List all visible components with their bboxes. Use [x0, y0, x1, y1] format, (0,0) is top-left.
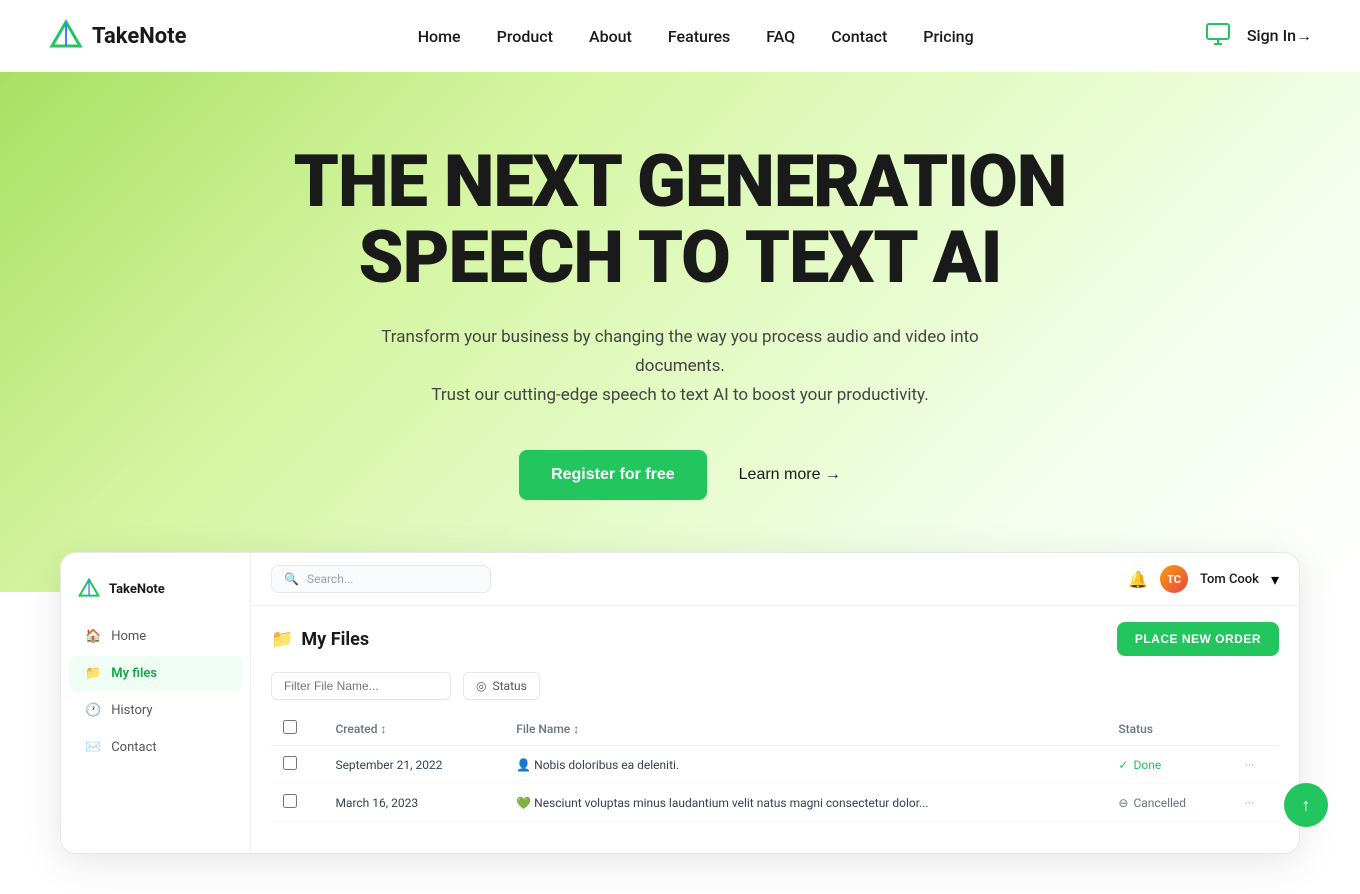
- table-row: September 21, 2022 👤 Nobis doloribus ea …: [271, 746, 1279, 784]
- notification-bell-icon[interactable]: 🔔: [1128, 570, 1148, 589]
- row-actions-2[interactable]: ···: [1233, 784, 1279, 822]
- logo-link[interactable]: TakeNote: [48, 18, 186, 54]
- myfiles-icon: 📁: [85, 666, 101, 681]
- scroll-to-top-button[interactable]: ↑: [1284, 783, 1328, 827]
- nav-item-pricing[interactable]: Pricing: [923, 27, 973, 46]
- monitor-icon: [1205, 21, 1231, 51]
- nav-item-home[interactable]: Home: [418, 27, 461, 46]
- my-files-title: 📁 My Files: [271, 629, 369, 650]
- sidebar-label-home: Home: [111, 629, 146, 644]
- history-icon: 🕐: [85, 703, 101, 718]
- table-row: March 16, 2023 💚 Nesciunt voluptas minus…: [271, 784, 1279, 822]
- sidebar-logo-icon: [77, 577, 101, 601]
- sidebar-item-contact[interactable]: ✉️ Contact: [69, 730, 242, 765]
- row-actions-1[interactable]: ···: [1233, 746, 1279, 784]
- col-checkbox: [271, 712, 323, 746]
- row-status-1: ✓ Done: [1106, 746, 1232, 784]
- col-status: Status: [1106, 712, 1232, 746]
- chevron-down-icon: ▾: [1271, 570, 1279, 589]
- table-header-row: Created ↕ File Name ↕ Status: [271, 712, 1279, 746]
- search-box[interactable]: 🔍 Search...: [271, 565, 491, 593]
- logo-icon: [48, 18, 84, 54]
- topbar-right: 🔔 TC Tom Cook ▾: [1128, 565, 1279, 593]
- app-topbar: 🔍 Search... 🔔 TC Tom Cook ▾: [251, 553, 1299, 606]
- nav-item-contact[interactable]: Contact: [831, 27, 887, 46]
- row-menu-dots-2[interactable]: ···: [1245, 796, 1254, 810]
- nav-item-product[interactable]: Product: [497, 27, 553, 46]
- app-preview-wrapper: TakeNote 🏠 Home 📁 My files 🕐 History: [0, 592, 1360, 894]
- brand-name: TakeNote: [92, 24, 186, 49]
- user-name: Tom Cook: [1200, 572, 1259, 587]
- nav-link-features[interactable]: Features: [668, 27, 730, 46]
- sidebar-brand-name: TakeNote: [109, 582, 165, 597]
- sidebar-item-home[interactable]: 🏠 Home: [69, 619, 242, 654]
- files-table: Created ↕ File Name ↕ Status September 2…: [271, 712, 1279, 822]
- sidebar-label-history: History: [111, 703, 152, 718]
- contact-icon: ✉️: [85, 740, 101, 755]
- app-main: 🔍 Search... 🔔 TC Tom Cook ▾ 📁: [251, 553, 1299, 853]
- row-menu-dots-1[interactable]: ···: [1245, 758, 1254, 772]
- app-preview: TakeNote 🏠 Home 📁 My files 🕐 History: [60, 552, 1300, 854]
- avatar: TC: [1160, 565, 1188, 593]
- navbar: TakeNote Home Product About Features FAQ…: [0, 0, 1360, 72]
- learn-more-button[interactable]: Learn more →: [739, 466, 841, 484]
- cancel-circle-icon: ⊖: [1118, 796, 1128, 810]
- sign-in-link[interactable]: Sign In→: [1247, 26, 1312, 46]
- row-filename-2: 💚 Nesciunt voluptas minus laudantium vel…: [504, 784, 1106, 822]
- row-status-2: ⊖ Cancelled: [1106, 784, 1232, 822]
- app-content: 📁 My Files PLACE NEW ORDER ◎ Status: [251, 606, 1299, 853]
- sidebar-item-history[interactable]: 🕐 History: [69, 693, 242, 728]
- filter-filename-input[interactable]: [271, 672, 451, 700]
- content-header: 📁 My Files PLACE NEW ORDER: [271, 622, 1279, 656]
- col-filename[interactable]: File Name ↕: [504, 712, 1106, 746]
- search-icon: 🔍: [284, 572, 299, 586]
- nav-right: Sign In→: [1205, 21, 1312, 51]
- hero-title: THE NEXT GENERATION SPEECH TO TEXT AI: [294, 144, 1067, 295]
- circle-icon: ◎: [476, 679, 486, 693]
- hero-subtitle: Transform your business by changing the …: [380, 323, 980, 410]
- status-cancelled-badge: ⊖ Cancelled: [1118, 796, 1220, 810]
- hero-buttons: Register for free Learn more →: [519, 450, 841, 500]
- status-done-badge: ✓ Done: [1118, 758, 1220, 772]
- app-inner: TakeNote 🏠 Home 📁 My files 🕐 History: [61, 553, 1299, 853]
- nav-link-about[interactable]: About: [589, 27, 632, 46]
- sidebar-label-contact: Contact: [111, 740, 156, 755]
- sidebar-nav: 🏠 Home 📁 My files 🕐 History ✉️ Contact: [61, 619, 250, 765]
- row-filename-1: 👤 Nobis doloribus ea deleniti.: [504, 746, 1106, 784]
- app-sidebar: TakeNote 🏠 Home 📁 My files 🕐 History: [61, 553, 251, 853]
- check-circle-icon: ✓: [1118, 758, 1128, 772]
- nav-link-product[interactable]: Product: [497, 27, 553, 46]
- row-date-2: March 16, 2023: [323, 784, 504, 822]
- col-created[interactable]: Created ↕: [323, 712, 504, 746]
- file-icon-2: 💚: [516, 796, 531, 810]
- register-button[interactable]: Register for free: [519, 450, 707, 500]
- sidebar-logo: TakeNote: [61, 569, 250, 617]
- nav-link-contact[interactable]: Contact: [831, 27, 887, 46]
- select-all-checkbox[interactable]: [283, 720, 297, 734]
- sidebar-item-myfiles[interactable]: 📁 My files: [69, 656, 242, 691]
- nav-item-features[interactable]: Features: [668, 27, 730, 46]
- nav-link-faq[interactable]: FAQ: [766, 27, 795, 46]
- nav-item-about[interactable]: About: [589, 27, 632, 46]
- row-checkbox-2[interactable]: [271, 784, 323, 822]
- sidebar-label-myfiles: My files: [111, 666, 157, 681]
- nav-item-faq[interactable]: FAQ: [766, 27, 795, 46]
- status-filter-dropdown[interactable]: ◎ Status: [463, 672, 540, 700]
- nav-link-pricing[interactable]: Pricing: [923, 27, 973, 46]
- place-new-order-button[interactable]: PLACE NEW ORDER: [1117, 622, 1279, 656]
- row-checkbox-1[interactable]: [271, 746, 323, 784]
- file-icon-1: 👤: [516, 758, 531, 772]
- nav-links: Home Product About Features FAQ Contact …: [418, 27, 974, 46]
- search-placeholder: Search...: [307, 572, 353, 586]
- hero-section: THE NEXT GENERATION SPEECH TO TEXT AI Tr…: [0, 72, 1360, 592]
- folder-icon: 📁: [271, 629, 293, 650]
- nav-link-home[interactable]: Home: [418, 27, 461, 46]
- file-filters: ◎ Status: [271, 672, 1279, 700]
- col-actions: [1233, 712, 1279, 746]
- home-icon: 🏠: [85, 629, 101, 644]
- row-date-1: September 21, 2022: [323, 746, 504, 784]
